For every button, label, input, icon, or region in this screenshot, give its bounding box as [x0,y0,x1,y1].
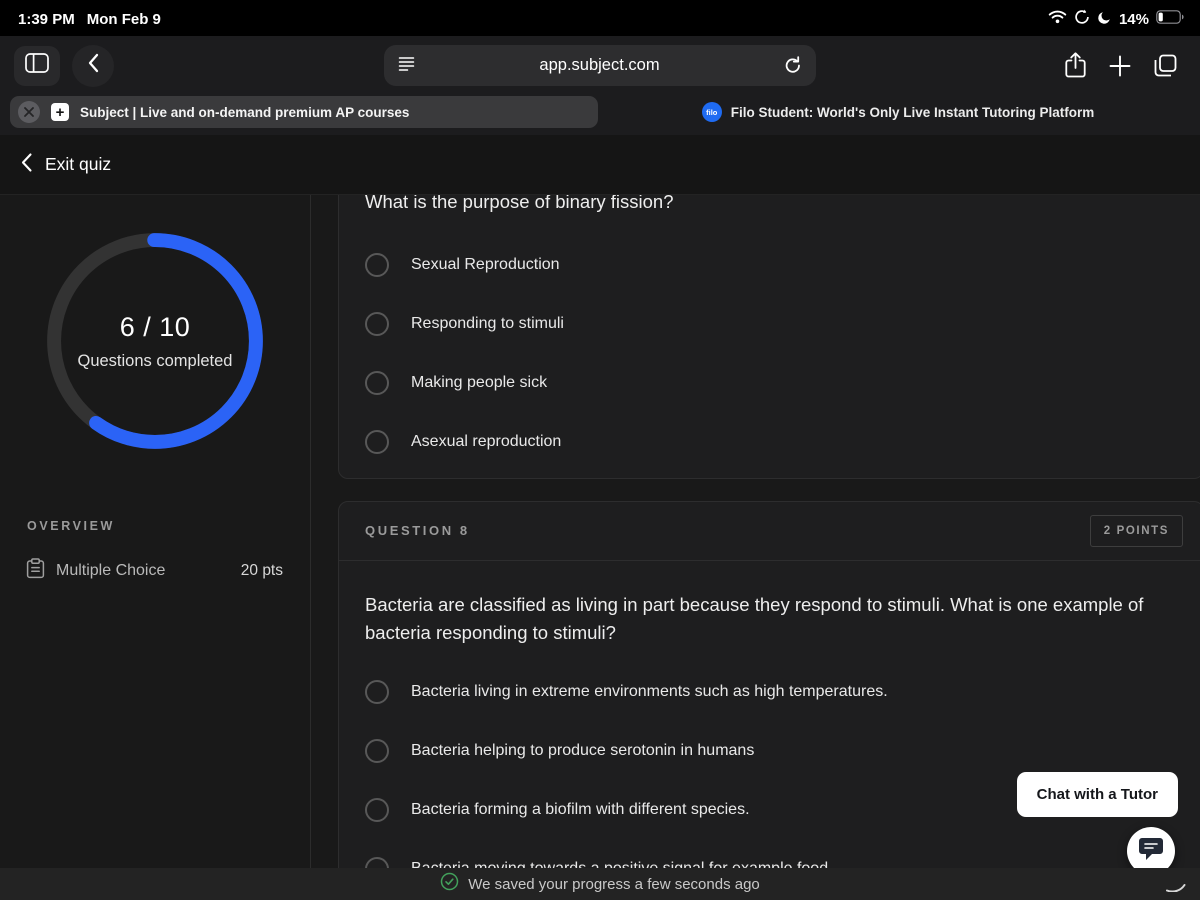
radio-button[interactable] [365,429,389,454]
option-label: Asexual reproduction [411,432,562,450]
question-card-previous: What is the purpose of binary fission? S… [338,195,1200,479]
chat-bubble-icon [1138,837,1164,866]
overview-heading: OVERVIEW [27,519,115,533]
progress-sublabel: Questions completed [77,351,233,370]
radio-button[interactable] [365,370,389,395]
answer-option[interactable]: Making people sick [365,370,1177,395]
refresh-icon[interactable] [784,56,802,75]
answer-option[interactable]: Bacteria living in extreme environments … [365,680,1177,705]
answer-option[interactable]: Responding to stimuli [365,311,1177,336]
question-card-header: QUESTION 8 2 POINTS [339,502,1200,561]
status-bar: 1:39 PM Mon Feb 9 14% [0,0,1200,36]
progress-ring: 6 / 10 Questions completed [39,225,271,457]
browser-toolbar: app.subject.com [0,36,1200,95]
overview-item-points: 20 pts [240,562,283,579]
sidebar-toggle-button[interactable] [14,45,60,86]
chevron-left-icon [21,152,32,177]
check-circle-icon [440,872,459,896]
option-label: Responding to stimuli [411,314,564,332]
answer-option[interactable]: Asexual reproduction [365,429,1177,454]
quiz-header: Exit quiz [0,135,1200,195]
option-label: Bacteria moving towards a positive signa… [411,860,828,868]
quiz-main: 6 / 10 Questions completed OVERVIEW Mult… [0,195,1200,868]
answer-option[interactable]: Bacteria helping to produce serotonin in… [365,739,1177,764]
address-bar[interactable]: app.subject.com [384,45,816,86]
answer-option[interactable]: Sexual Reproduction [365,252,1177,277]
battery-percent: 14% [1118,10,1149,28]
chat-with-tutor-button[interactable]: Chat with a Tutor [1016,772,1178,817]
tab-title: Subject | Live and on-demand premium AP … [80,104,410,120]
clipboard-icon [26,558,45,584]
tab-bar: + Subject | Live and on-demand premium A… [0,95,1200,135]
option-label: Sexual Reproduction [411,255,560,273]
answer-option[interactable]: Bacteria moving towards a positive signa… [365,857,1177,868]
save-status-text: We saved your progress a few seconds ago [468,875,760,893]
radio-button[interactable] [365,857,389,868]
battery-icon [1156,10,1184,28]
radio-button[interactable] [365,798,389,823]
filo-favicon: filo [701,102,722,122]
overview-item-multiple-choice[interactable]: Multiple Choice 20 pts [26,558,283,584]
rotate-icon [1164,872,1188,897]
question-scroll-area[interactable]: What is the purpose of binary fission? S… [311,195,1200,868]
tab-subject[interactable]: + Subject | Live and on-demand premium A… [10,96,598,128]
exit-quiz-button[interactable]: Exit quiz [21,152,112,177]
tab-title: Filo Student: World's Only Live Instant … [730,104,1095,120]
option-label: Bacteria helping to produce serotonin in… [411,742,755,760]
tabs-button[interactable] [1153,53,1178,78]
tab-filo[interactable]: filo Filo Student: World's Only Live Ins… [606,102,1190,122]
radio-button[interactable] [365,680,389,705]
option-label: Bacteria forming a biofilm with differen… [411,801,750,819]
share-button[interactable] [1064,52,1087,79]
question-text: What is the purpose of binary fission? [365,195,674,212]
sidebar-toggle-icon [25,53,49,78]
clock-date: Mon Feb 9 [86,10,161,28]
clock-time: 1:39 PM [18,10,75,28]
save-status-bar: We saved your progress a few seconds ago [0,868,1200,900]
option-label: Bacteria living in extreme environments … [411,683,888,701]
exit-quiz-label: Exit quiz [45,154,112,174]
url-text: app.subject.com [539,56,660,74]
orientation-lock-icon [1074,9,1090,29]
question-text: Bacteria are classified as living in par… [365,593,1144,643]
wifi-icon [1048,10,1067,28]
points-badge: 2 POINTS [1089,514,1183,547]
back-button[interactable] [72,44,114,87]
quiz-sidebar: 6 / 10 Questions completed OVERVIEW Mult… [0,195,311,868]
progress-score: 6 / 10 [119,311,191,342]
ipad-screen: 1:39 PM Mon Feb 9 14% app.subject.com + … [0,0,1200,900]
back-icon [87,53,99,78]
radio-button[interactable] [365,739,389,764]
overview-item-label: Multiple Choice [56,562,166,579]
subject-favicon: + [51,103,69,121]
reader-icon [398,56,415,76]
new-tab-button[interactable] [1109,55,1131,77]
radio-button[interactable] [365,252,389,277]
question-number-label: QUESTION 8 [365,523,470,539]
chat-fab-button[interactable] [1127,827,1175,868]
close-tab-button[interactable] [18,101,40,123]
moon-icon [1097,10,1112,29]
radio-button[interactable] [365,311,389,336]
option-label: Making people sick [411,373,548,391]
